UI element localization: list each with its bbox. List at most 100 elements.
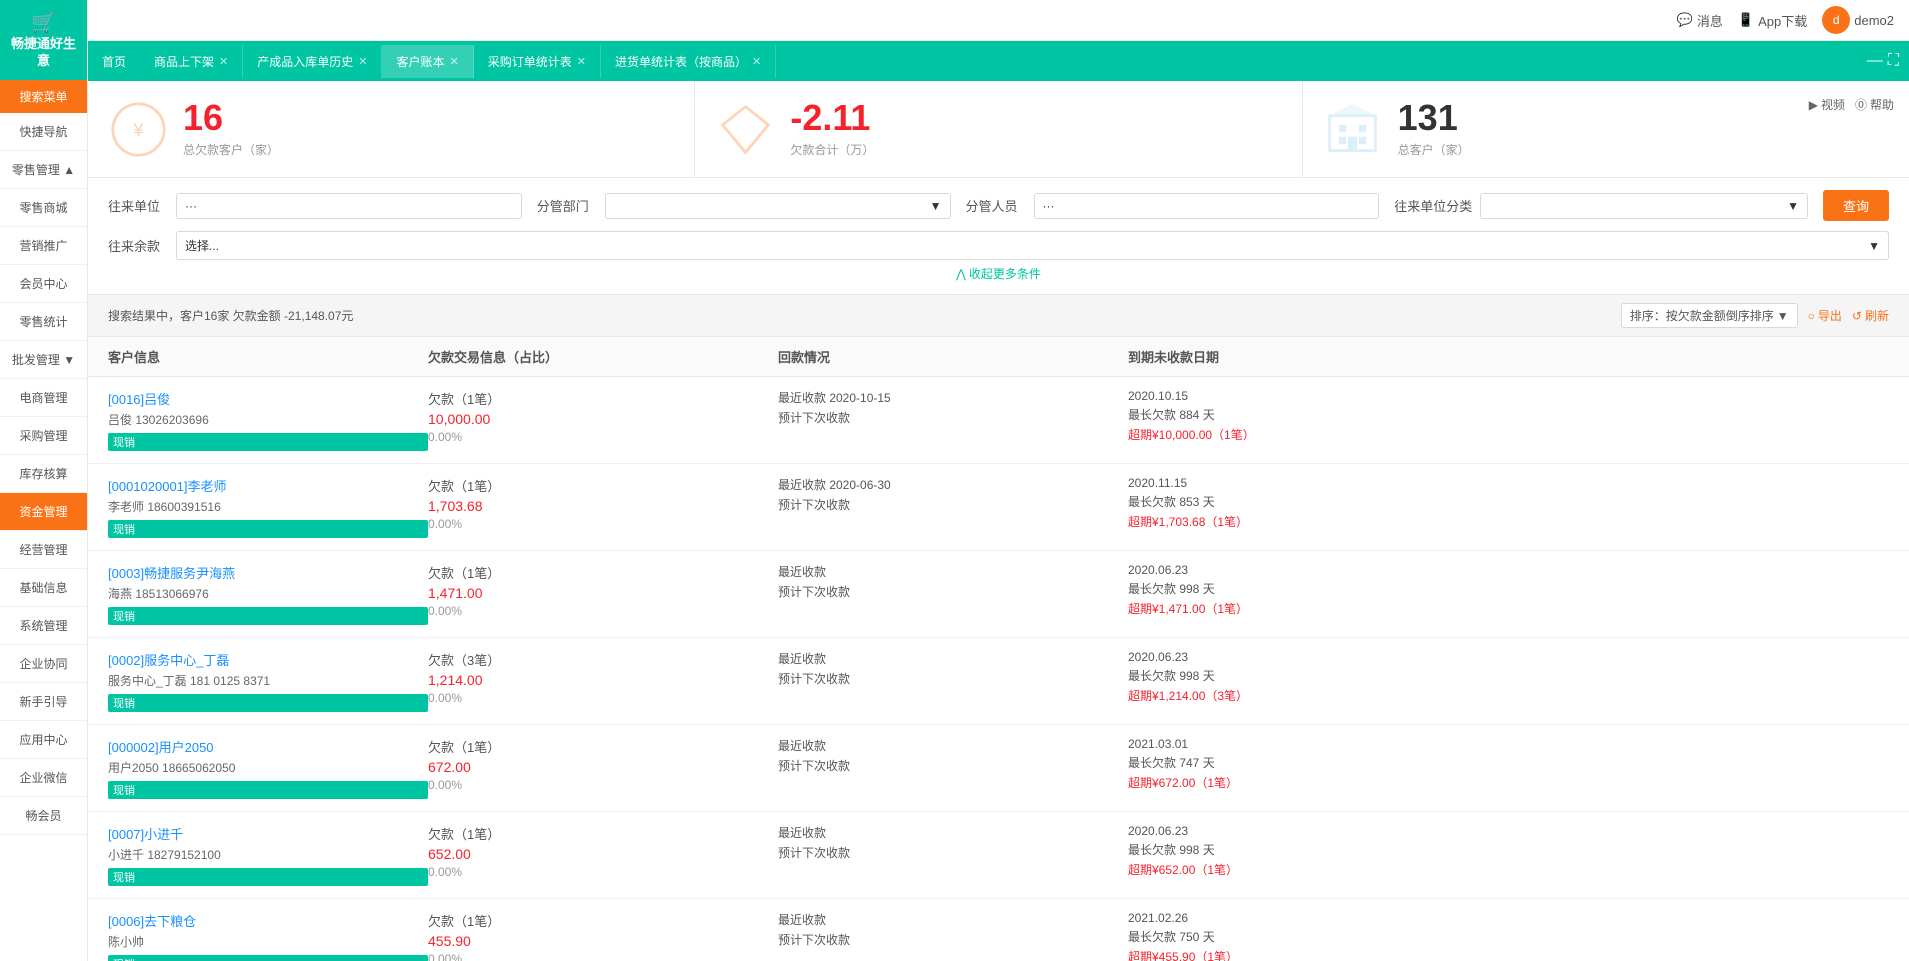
next-repay-1: 预计下次收款 bbox=[778, 496, 1128, 513]
sort-chevron-icon: ▼ bbox=[1777, 309, 1789, 323]
overdue-link-4[interactable]: 超期¥672.00（1笔） bbox=[1128, 774, 1889, 791]
filter-dept-label: 分管部门 bbox=[537, 196, 597, 215]
debt-percent-0: 0.00% bbox=[428, 430, 778, 444]
export-button[interactable]: ○ 导出 bbox=[1808, 307, 1842, 324]
filter-person: 分管人员 ··· bbox=[966, 193, 1380, 219]
tab-product-listing-close[interactable]: ✕ bbox=[219, 55, 228, 68]
tab-purchase-order-stats-close[interactable]: ✕ bbox=[577, 55, 586, 68]
customer-phone-1: 李老师 18600391516 bbox=[108, 498, 428, 515]
repay-info-6: 最近收款 预计下次收款 bbox=[778, 911, 1128, 948]
tab-stock-history[interactable]: 产成品入库单历史 ✕ bbox=[243, 45, 382, 78]
sidebar-item-quicknav[interactable]: 快捷导航 bbox=[0, 113, 87, 151]
debt-percent-3: 0.00% bbox=[428, 691, 778, 705]
stat-value-debt-customers: 16 bbox=[183, 100, 279, 136]
debt-amount-1[interactable]: 1,703.68 bbox=[428, 498, 778, 514]
overdue-link-0[interactable]: 超期¥10,000.00（1笔） bbox=[1128, 426, 1889, 443]
sidebar-item-vip[interactable]: 畅会员 bbox=[0, 797, 87, 835]
message-label: 消息 bbox=[1697, 11, 1723, 30]
search-button[interactable]: 查询 bbox=[1823, 190, 1889, 221]
due-info-4: 2021.03.01 最长欠款 747 天 超期¥672.00（1笔） bbox=[1128, 737, 1889, 791]
help-btn[interactable]: ⓪ 帮助 bbox=[1855, 96, 1894, 113]
filter-vendor-input[interactable]: ··· bbox=[176, 193, 522, 219]
message-btn[interactable]: 💬 消息 bbox=[1677, 11, 1723, 30]
sidebar-item-marketing[interactable]: 营销推广 bbox=[0, 227, 87, 265]
tab-customer-ledger-close[interactable]: ✕ bbox=[450, 55, 459, 68]
filter-category-select[interactable]: ▼ bbox=[1480, 193, 1808, 219]
user-avatar[interactable]: d demo2 bbox=[1822, 6, 1894, 34]
debt-amount-3[interactable]: 1,214.00 bbox=[428, 672, 778, 688]
filter-category-label: 往来单位分类 bbox=[1394, 196, 1472, 215]
repay-info-3: 最近收款 预计下次收款 bbox=[778, 650, 1128, 687]
sidebar-item-wechat[interactable]: 企业微信 bbox=[0, 759, 87, 797]
tab-purchase-order-stats[interactable]: 采购订单统计表 ✕ bbox=[474, 45, 601, 78]
sidebar-item-finance[interactable]: 资金管理 bbox=[0, 493, 87, 531]
sort-select[interactable]: 排序：按欠款金额倒序排序 ▼ bbox=[1621, 303, 1798, 328]
sidebar-item-collab[interactable]: 企业协同 bbox=[0, 645, 87, 683]
overdue-link-6[interactable]: 超期¥455.90（1笔） bbox=[1128, 948, 1889, 961]
next-repay-3: 预计下次收款 bbox=[778, 670, 1128, 687]
customer-tag-6: 现销 bbox=[108, 955, 428, 961]
sidebar-item-inventory[interactable]: 库存核算 bbox=[0, 455, 87, 493]
customer-name-3[interactable]: [0002]服务中心_丁磊 bbox=[108, 650, 428, 669]
debt-amount-6[interactable]: 455.90 bbox=[428, 933, 778, 949]
debt-info-5: 欠款（1笔） 652.00 0.00% bbox=[428, 824, 778, 879]
max-overdue-3: 最长欠款 998 天 bbox=[1128, 667, 1889, 684]
maximize-icon[interactable]: ⛶ bbox=[1888, 52, 1899, 70]
minimize-icon[interactable]: — bbox=[1867, 52, 1883, 70]
overdue-link-5[interactable]: 超期¥652.00（1笔） bbox=[1128, 861, 1889, 878]
debt-amount-2[interactable]: 1,471.00 bbox=[428, 585, 778, 601]
sidebar-item-system[interactable]: 系统管理 bbox=[0, 607, 87, 645]
sidebar-item-member[interactable]: 会员中心 bbox=[0, 265, 87, 303]
sidebar-item-guide[interactable]: 新手引导 bbox=[0, 683, 87, 721]
overdue-link-3[interactable]: 超期¥1,214.00（3笔） bbox=[1128, 687, 1889, 704]
sidebar-item-ecommerce[interactable]: 电商管理 bbox=[0, 379, 87, 417]
table-row: [0002]服务中心_丁磊 服务中心_丁磊 181 0125 8371 现销 欠… bbox=[88, 638, 1909, 725]
sidebar-item-base-info[interactable]: 基础信息 bbox=[0, 569, 87, 607]
customer-name-2[interactable]: [0003]畅捷服务尹海燕 bbox=[108, 563, 428, 582]
sidebar-item-apps[interactable]: 应用中心 bbox=[0, 721, 87, 759]
overdue-link-2[interactable]: 超期¥1,471.00（1笔） bbox=[1128, 600, 1889, 617]
refresh-label: 刷新 bbox=[1865, 307, 1889, 324]
sidebar-item-retail-mall[interactable]: 零售商城 bbox=[0, 189, 87, 227]
next-repay-0: 预计下次收款 bbox=[778, 409, 1128, 426]
filter-balance-select[interactable]: 选择... ▼ bbox=[176, 231, 1889, 260]
customer-name-4[interactable]: [000002]用户2050 bbox=[108, 737, 428, 756]
table-area: 客户信息 欠款交易信息（占比） 回款情况 到期未收款日期 [0016]吕俊 吕俊… bbox=[88, 337, 1909, 961]
refresh-button[interactable]: ↺ 刷新 bbox=[1852, 307, 1889, 324]
recent-repay-2: 最近收款 bbox=[778, 563, 1128, 580]
video-btn[interactable]: ▶ 视频 bbox=[1809, 96, 1845, 113]
due-date-5: 2020.06.23 bbox=[1128, 824, 1889, 838]
tab-product-listing[interactable]: 商品上下架 ✕ bbox=[140, 45, 243, 78]
search-menu-item[interactable]: 搜索菜单 bbox=[0, 80, 87, 113]
filter-dept-select[interactable]: ▼ bbox=[605, 193, 951, 219]
customer-name-5[interactable]: [0007]小进千 bbox=[108, 824, 428, 843]
customer-phone-6: 陈小帅 bbox=[108, 933, 428, 950]
sidebar-item-retail-mgmt[interactable]: 零售管理 ▲ bbox=[0, 151, 87, 189]
export-icon: ○ bbox=[1808, 309, 1815, 323]
stat-content-total-customers: 131 总客户（家） bbox=[1398, 100, 1470, 158]
sidebar-item-operations[interactable]: 经营管理 bbox=[0, 531, 87, 569]
dept-chevron-icon: ▼ bbox=[930, 199, 942, 213]
overdue-link-1[interactable]: 超期¥1,703.68（1笔） bbox=[1128, 513, 1889, 530]
tab-customer-ledger[interactable]: 客户账本 ✕ bbox=[382, 45, 473, 78]
debt-amount-4[interactable]: 672.00 bbox=[428, 759, 778, 775]
tabbar-controls: — ⛶ bbox=[1867, 52, 1909, 70]
tab-home[interactable]: 首页 bbox=[88, 45, 140, 78]
tab-purchase-stats-product-close[interactable]: ✕ bbox=[752, 55, 761, 68]
tab-stock-history-close[interactable]: ✕ bbox=[358, 55, 367, 68]
customer-name-0[interactable]: [0016]吕俊 bbox=[108, 389, 428, 408]
stat-label-total-customers: 总客户（家） bbox=[1398, 141, 1470, 158]
filter-person-input[interactable]: ··· bbox=[1034, 193, 1380, 219]
customer-name-1[interactable]: [0001020001]李老师 bbox=[108, 476, 428, 495]
collapse-button[interactable]: ⋀ 收起更多条件 bbox=[956, 265, 1041, 282]
customer-name-6[interactable]: [0006]去下粮仓 bbox=[108, 911, 428, 930]
debt-amount-5[interactable]: 652.00 bbox=[428, 846, 778, 862]
app-download-btn[interactable]: 📱 App下载 bbox=[1738, 11, 1807, 30]
sidebar-item-wholesale[interactable]: 批发管理 ▼ bbox=[0, 341, 87, 379]
debt-amount-0[interactable]: 10,000.00 bbox=[428, 411, 778, 427]
sidebar-item-retail-stats[interactable]: 零售统计 bbox=[0, 303, 87, 341]
stat-value-debt-total: -2.11 bbox=[790, 100, 874, 136]
phone-icon: 📱 bbox=[1738, 12, 1754, 28]
sidebar-item-purchase[interactable]: 采购管理 bbox=[0, 417, 87, 455]
tab-purchase-stats-product[interactable]: 进货单统计表（按商品） ✕ bbox=[601, 45, 776, 78]
